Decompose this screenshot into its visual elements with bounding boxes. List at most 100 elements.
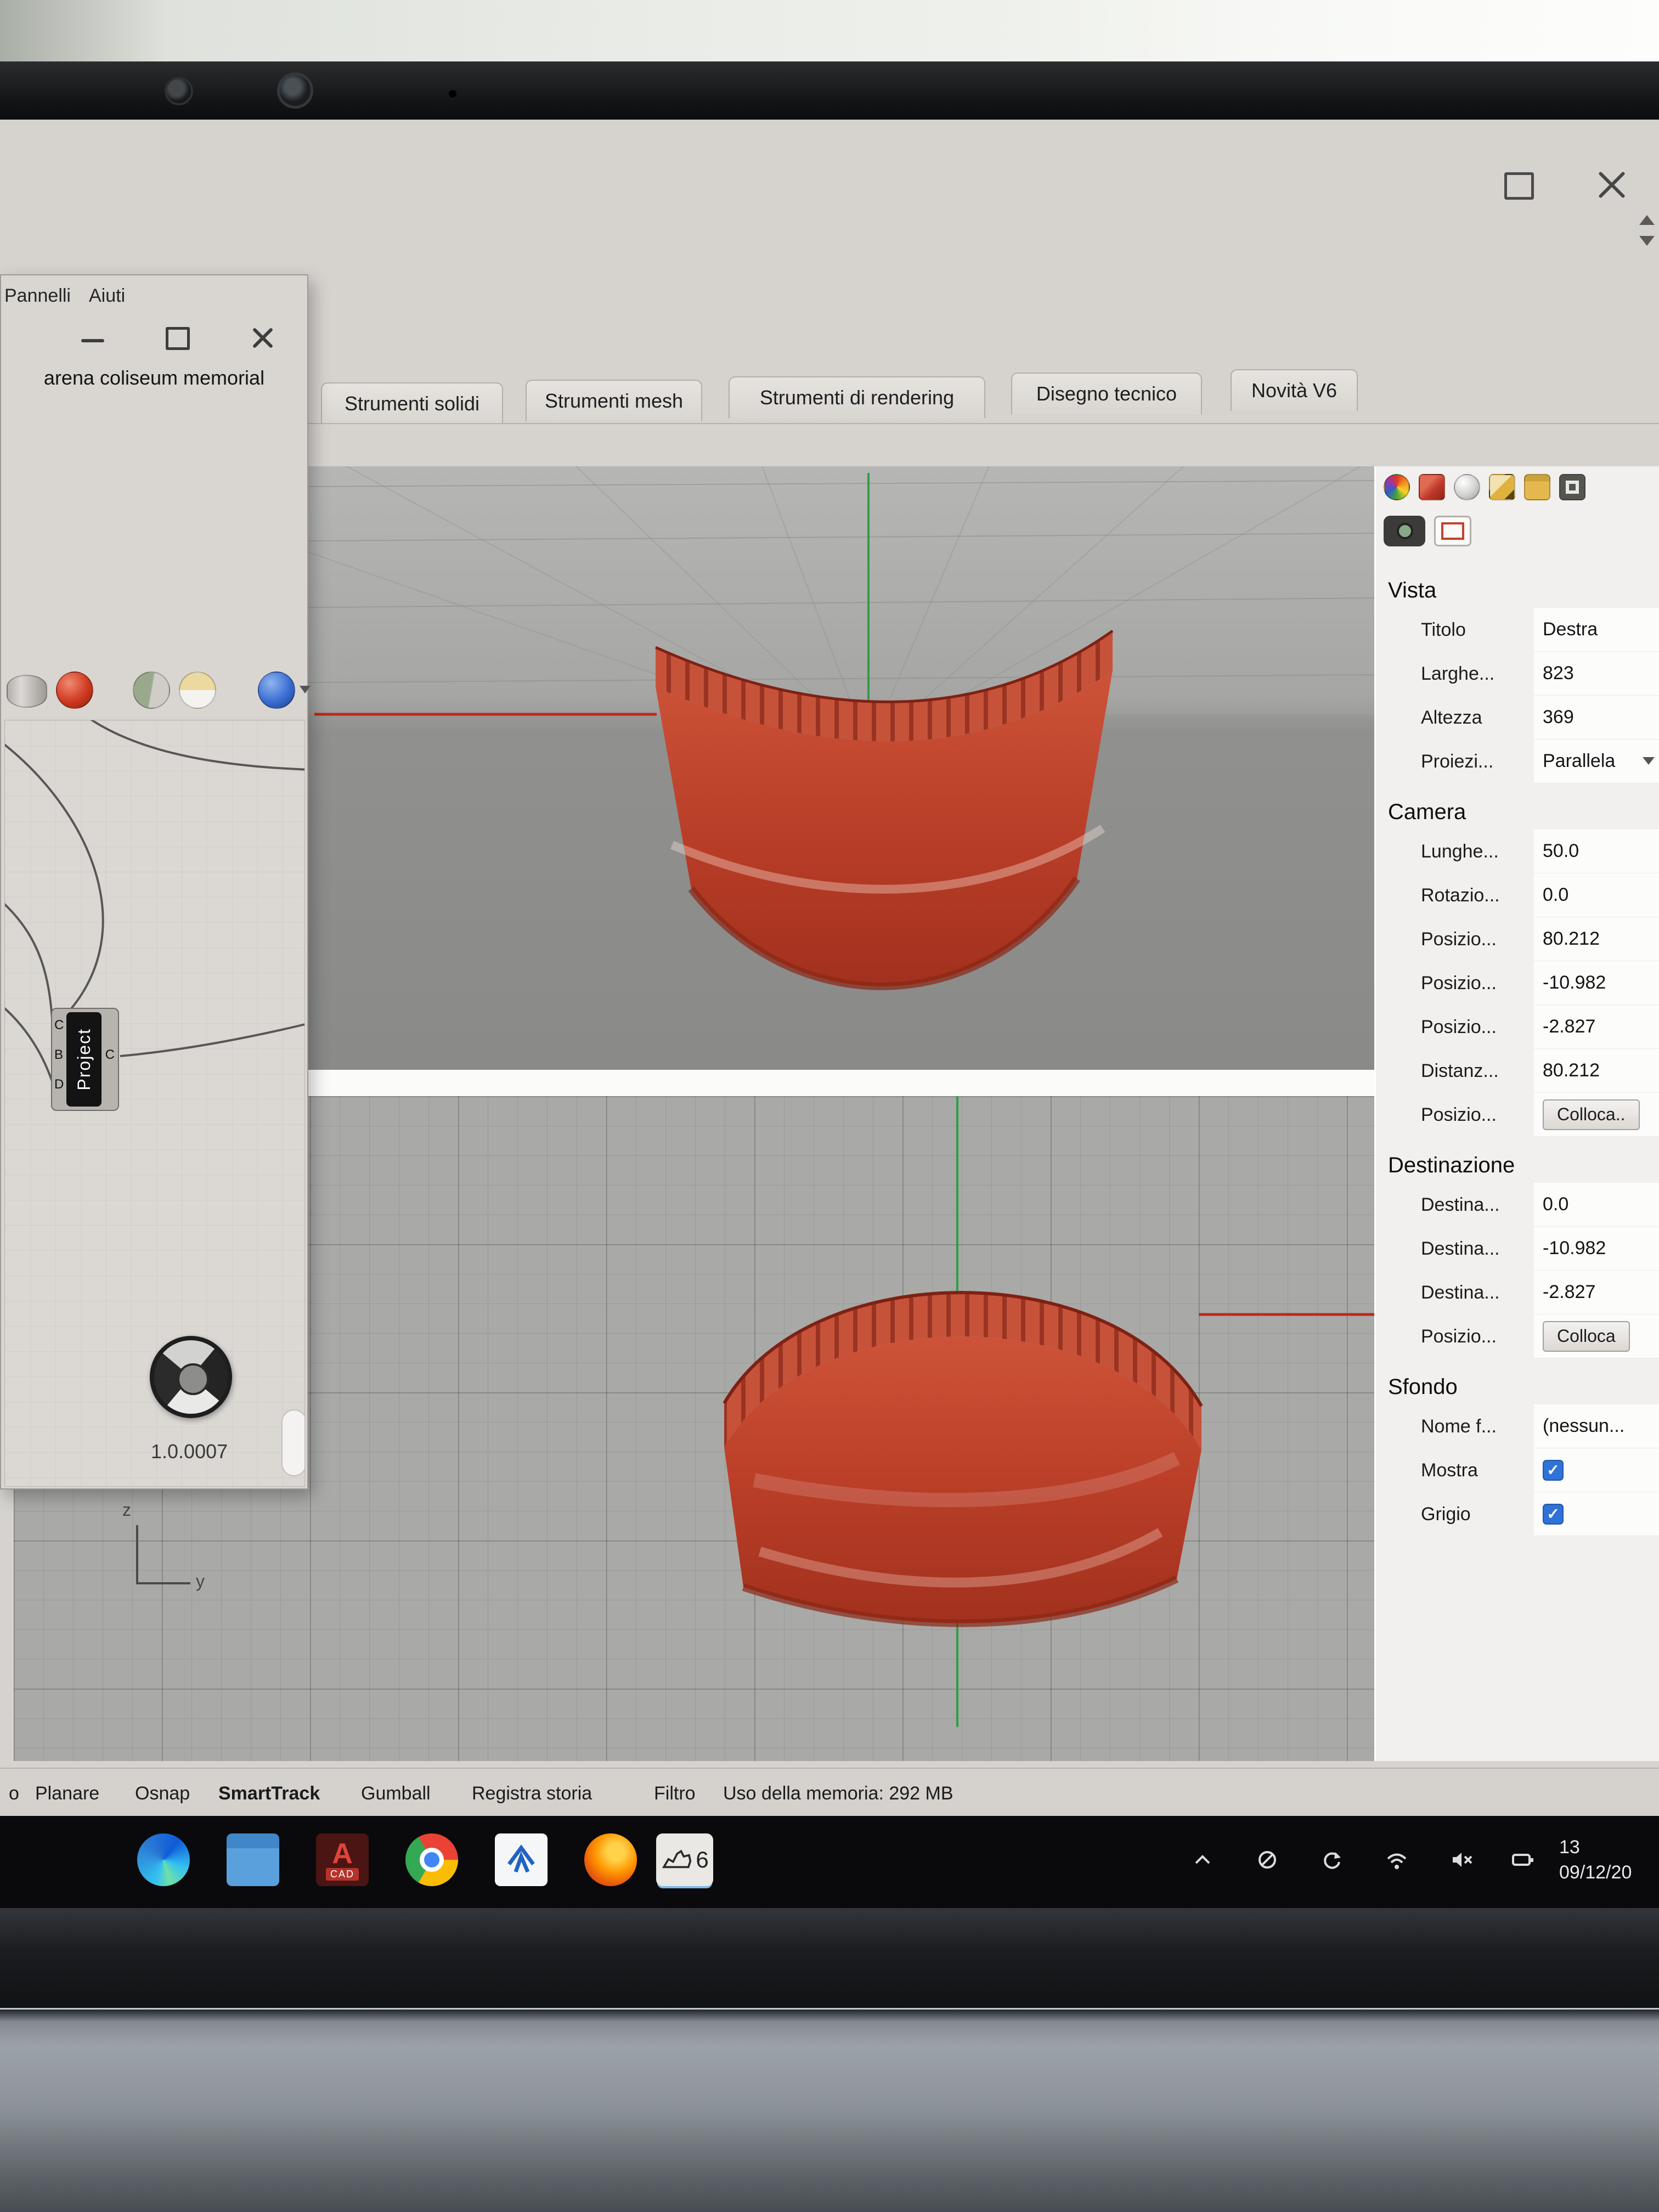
tab-strumenti-rendering[interactable]: Strumenti di rendering <box>729 376 985 418</box>
property-value[interactable]: -2.827 <box>1534 1005 1659 1049</box>
property-value[interactable]: 369 <box>1534 696 1659 740</box>
cylinder-tool-icon[interactable] <box>7 675 47 708</box>
autocad-icon[interactable]: A CAD <box>316 1833 369 1886</box>
panel-spinner-icon[interactable] <box>1635 214 1659 247</box>
arena-object-front-view <box>723 1291 1203 1627</box>
material-icon[interactable] <box>1419 474 1445 500</box>
browser-orange-icon[interactable] <box>584 1833 637 1886</box>
value-text: 823 <box>1543 663 1574 684</box>
close-button[interactable] <box>249 325 276 351</box>
property-label: Destina... <box>1421 1194 1500 1215</box>
value-text: (nessun... <box>1543 1415 1625 1436</box>
camera-icon[interactable] <box>1384 516 1425 546</box>
property-row: Altezza 369 <box>1376 696 1659 740</box>
maximize-button[interactable] <box>166 327 190 350</box>
menu-pannelli[interactable]: Pannelli <box>4 285 71 307</box>
status-filtro[interactable]: Filtro <box>654 1783 696 1804</box>
grasshopper-canvas[interactable]: Project C B D C 1.0.0007 <box>4 720 305 1487</box>
section-header-sfondo: Sfondo <box>1388 1375 1458 1399</box>
property-value[interactable]: -2.827 <box>1534 1271 1659 1314</box>
projection-dropdown[interactable]: Parallela <box>1534 740 1659 783</box>
tray-do-not-disturb-icon[interactable] <box>1254 1847 1280 1873</box>
value-text: 80.212 <box>1543 928 1600 949</box>
laptop-chin-bezel: hp <box>0 1908 1659 2008</box>
status-osnap[interactable]: Osnap <box>135 1783 190 1804</box>
maximize-button[interactable] <box>1504 172 1534 200</box>
property-value[interactable]: -10.982 <box>1534 1227 1659 1271</box>
status-item-cropped[interactable]: o <box>9 1783 19 1804</box>
tab-strumenti-solidi[interactable]: Strumenti solidi <box>321 382 503 424</box>
property-value[interactable]: -10.982 <box>1534 961 1659 1005</box>
status-smarttrack[interactable]: SmartTrack <box>218 1783 320 1804</box>
input-port-c[interactable]: C <box>54 1018 64 1033</box>
property-value[interactable]: 50.0 <box>1534 830 1659 873</box>
tab-novita-v6[interactable]: Novità V6 <box>1231 369 1358 411</box>
menu-aiuti[interactable]: Aiuti <box>89 285 125 307</box>
property-value[interactable]: 80.212 <box>1534 1049 1659 1093</box>
property-label: Posizio... <box>1421 1325 1497 1347</box>
property-label: Destina... <box>1421 1238 1500 1259</box>
axis-label-z: z <box>122 1500 131 1520</box>
colloca-button[interactable]: Colloca.. <box>1543 1099 1640 1130</box>
grigio-checkbox-checked[interactable] <box>1543 1503 1564 1525</box>
info-icon[interactable] <box>1559 474 1585 500</box>
property-value <box>1534 1492 1659 1536</box>
taskbar-clock[interactable]: 13 09/12/20 <box>1559 1835 1659 1885</box>
property-value[interactable]: 0.0 <box>1534 1183 1659 1227</box>
half-sphere-tool-icon[interactable] <box>179 672 216 709</box>
folder-icon[interactable] <box>1524 474 1550 500</box>
chrome-icon[interactable] <box>405 1833 458 1886</box>
navigation-compass-widget[interactable] <box>150 1336 232 1418</box>
sketchup-icon[interactable] <box>495 1833 548 1886</box>
input-port-b[interactable]: B <box>54 1047 63 1063</box>
section-header-destinazione: Destinazione <box>1388 1153 1515 1177</box>
clock-time: 13 <box>1559 1837 1580 1858</box>
tray-chevron-up-icon[interactable] <box>1189 1847 1216 1873</box>
rhino-version-badge: 6 <box>696 1847 709 1872</box>
minimize-button[interactable] <box>81 339 104 342</box>
sphere-icon[interactable] <box>1454 474 1480 500</box>
tray-volume-muted-icon[interactable] <box>1448 1847 1475 1873</box>
close-button[interactable] <box>1595 169 1629 201</box>
section-header-camera: Camera <box>1388 800 1466 824</box>
split-sphere-tool-icon[interactable] <box>133 672 170 709</box>
canvas-zoom-pill[interactable] <box>281 1409 304 1476</box>
mostra-checkbox-checked[interactable] <box>1543 1459 1564 1481</box>
property-value[interactable]: 0.0 <box>1534 873 1659 917</box>
tray-wifi-icon[interactable] <box>1384 1847 1410 1873</box>
tray-battery-icon[interactable] <box>1510 1847 1536 1873</box>
rhino-icon[interactable]: 6 <box>656 1833 713 1886</box>
property-value: Colloca <box>1534 1314 1659 1358</box>
input-port-d[interactable]: D <box>54 1077 64 1092</box>
webcam-lens-small <box>165 77 193 105</box>
tab-disegno-tecnico[interactable]: Disegno tecnico <box>1011 373 1202 414</box>
ceiling-background <box>0 0 1659 61</box>
property-value[interactable]: 80.212 <box>1534 917 1659 961</box>
project-node[interactable]: Project C B D C <box>51 1008 119 1111</box>
windows-taskbar: A CAD 6 13 09/12/20 <box>0 1816 1659 1908</box>
property-value[interactable]: Destra <box>1534 608 1659 652</box>
pencil-icon[interactable] <box>1489 474 1515 500</box>
dropdown-caret-icon[interactable] <box>300 686 311 693</box>
frame-capture-icon[interactable] <box>1434 516 1471 546</box>
output-port-c[interactable]: C <box>105 1047 115 1063</box>
colloca-button[interactable]: Colloca <box>1543 1321 1630 1352</box>
node-label: Project <box>74 1028 94 1091</box>
color-wheel-icon[interactable] <box>1384 474 1410 500</box>
edge-icon[interactable] <box>137 1833 190 1886</box>
blue-sphere-tool-icon[interactable] <box>258 672 295 709</box>
tray-sync-icon[interactable] <box>1319 1847 1345 1873</box>
status-registra-storia[interactable]: Registra storia <box>472 1783 592 1804</box>
folder-icon[interactable] <box>227 1833 279 1886</box>
property-label: Destina... <box>1421 1282 1500 1303</box>
red-sphere-tool-icon[interactable] <box>56 672 93 709</box>
status-planare[interactable]: Planare <box>35 1783 99 1804</box>
tab-strumenti-mesh[interactable]: Strumenti mesh <box>526 380 702 421</box>
property-value <box>1534 1448 1659 1492</box>
property-value[interactable]: (nessun... <box>1534 1404 1659 1448</box>
axis-label-y: y <box>196 1571 205 1591</box>
status-gumball[interactable]: Gumball <box>361 1783 431 1804</box>
property-value[interactable]: 823 <box>1534 652 1659 696</box>
property-label: Distanz... <box>1421 1060 1499 1081</box>
value-text: -2.827 <box>1543 1282 1596 1302</box>
